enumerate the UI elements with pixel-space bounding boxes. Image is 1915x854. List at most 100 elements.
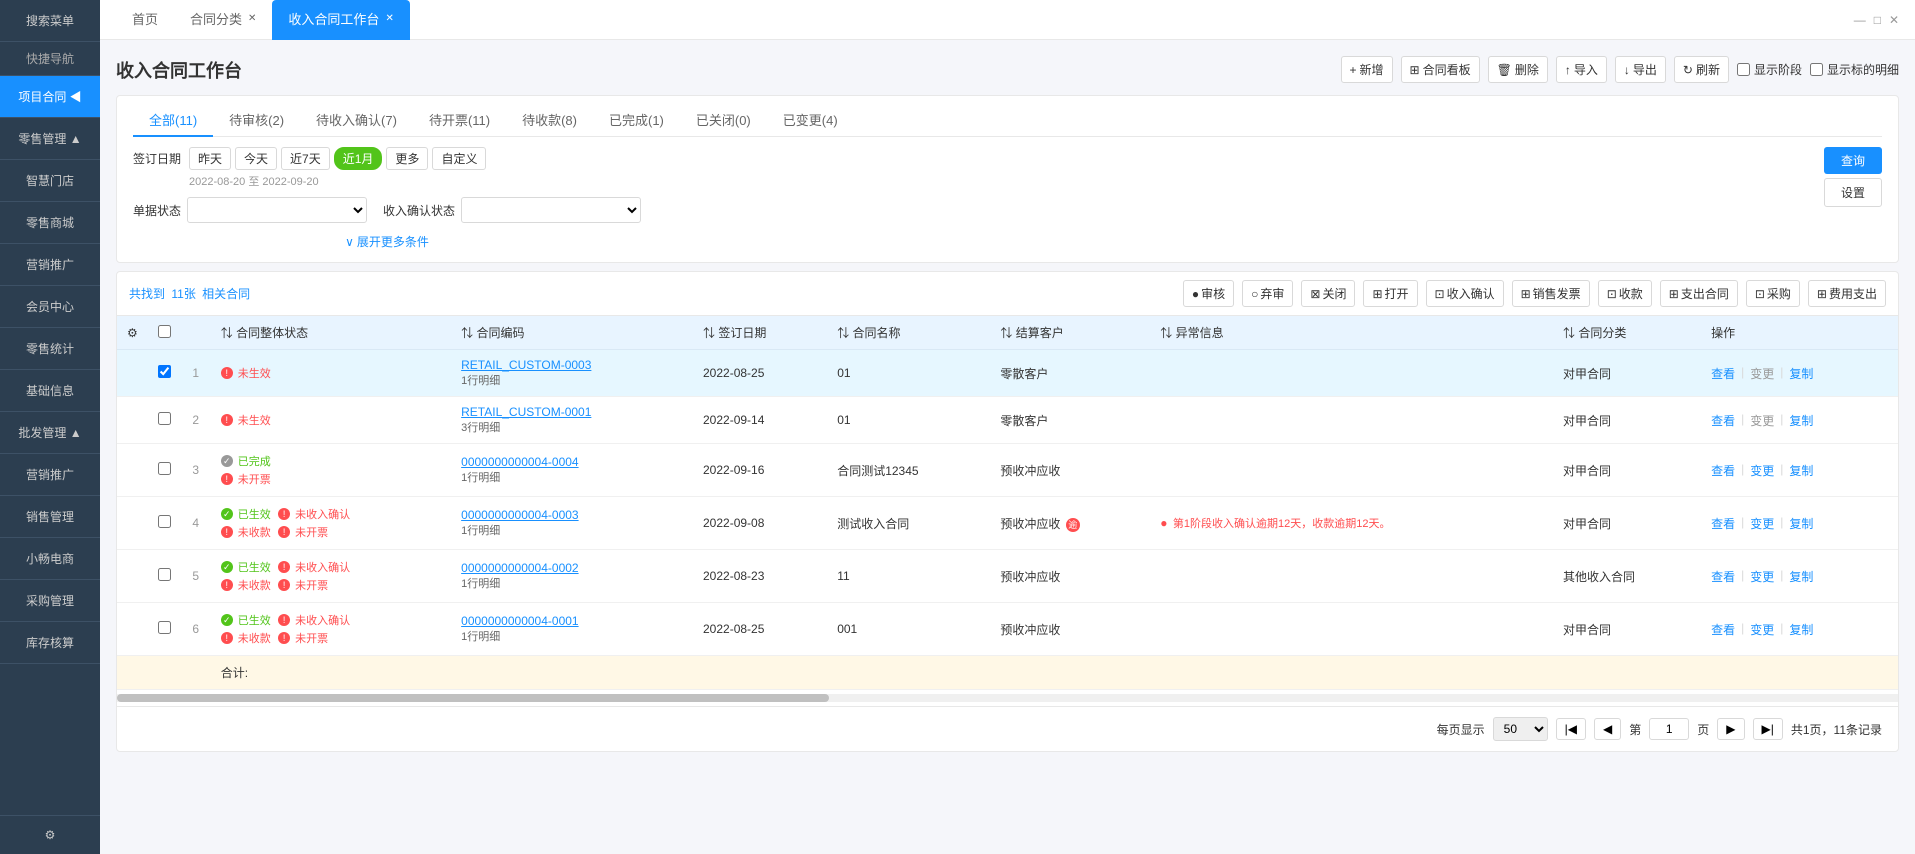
contract-code-link[interactable]: 0000000000004-0001 [461,614,683,628]
show-fields-checkbox[interactable]: 显示阶段 [1737,61,1802,78]
status-filter-select[interactable] [187,197,367,223]
change-link[interactable]: 变更 [1750,462,1774,479]
close-btn[interactable]: ✕ [1889,13,1899,27]
filter-settings-button[interactable]: 设置 [1824,178,1882,207]
tab-changed[interactable]: 已变更(4) [767,104,854,137]
copy-link[interactable]: 复制 [1789,365,1813,382]
view-link[interactable]: 查看 [1711,412,1735,429]
sidebar-item-inventory[interactable]: 库存核算 [0,622,100,664]
sidebar-item-wholesale[interactable]: 批发管理 ▲ [0,412,100,454]
date-btn-today[interactable]: 今天 [235,147,277,170]
contract-code-link[interactable]: 0000000000004-0002 [461,561,683,575]
import-button[interactable]: ↑ 导入 [1556,56,1607,83]
sidebar-item-purchase[interactable]: 采购管理 [0,580,100,622]
view-link[interactable]: 查看 [1711,365,1735,382]
collect-btn[interactable]: ⊡ 收款 [1598,280,1652,307]
tab-completed[interactable]: 已完成(1) [593,104,680,137]
row-checkbox[interactable] [148,397,181,444]
copy-link[interactable]: 复制 [1789,621,1813,638]
show-detail-checkbox[interactable]: 显示标的明细 [1810,61,1899,78]
change-link[interactable]: 变更 [1750,568,1774,585]
sidebar-item-retail-commerce[interactable]: 零售商城 [0,202,100,244]
minimize-btn[interactable]: — [1854,13,1866,27]
tab-all[interactable]: 全部(11) [133,104,213,137]
sidebar-item-sales-mgmt[interactable]: 销售管理 [0,496,100,538]
delete-button[interactable]: 🗑 删除 [1488,56,1548,83]
tab-closed[interactable]: 已关闭(0) [680,104,767,137]
row-checkbox[interactable] [148,603,181,656]
sidebar-item-marketing2[interactable]: 营销推广 [0,454,100,496]
sales-invoice-btn[interactable]: ⊞ 销售发票 [1512,280,1590,307]
sidebar-item-member[interactable]: 会员中心 [0,286,100,328]
tab-pending-income[interactable]: 待收入确认(7) [300,104,413,137]
sidebar-item-retail-mgmt[interactable]: 零售管理 ▲ [0,118,100,160]
scrollbar-thumb[interactable] [117,694,829,702]
export-button[interactable]: ↓ 导出 [1615,56,1666,83]
row-checkbox[interactable] [148,444,181,497]
expense-btn[interactable]: ⊞ 费用支出 [1808,280,1886,307]
sidebar-item-smart-store[interactable]: 智慧门店 [0,160,100,202]
copy-link[interactable]: 复制 [1789,412,1813,429]
open-btn[interactable]: ⊞ 打开 [1363,280,1417,307]
sidebar-item-marketing[interactable]: 营销推广 [0,244,100,286]
row-checkbox[interactable] [148,550,181,603]
contract-code-link[interactable]: RETAIL_CUSTOM-0001 [461,405,683,419]
refresh-button[interactable]: ↻ 刷新 [1674,56,1729,83]
date-btn-yesterday[interactable]: 昨天 [189,147,231,170]
copy-link[interactable]: 复制 [1789,568,1813,585]
contract-code-link[interactable]: RETAIL_CUSTOM-0003 [461,358,683,372]
tab-pending-review[interactable]: 待审核(2) [213,104,300,137]
kanban-button[interactable]: ⊞ 合同看板 [1401,56,1480,83]
copy-link[interactable]: 复制 [1789,462,1813,479]
output-contract-btn[interactable]: ⊞ 支出合同 [1660,280,1738,307]
tab-close-income-workbench[interactable]: ✕ [385,13,393,24]
income-status-filter-select[interactable] [461,197,641,223]
review-btn[interactable]: ● 审核 [1183,280,1234,307]
page-input[interactable] [1649,718,1689,740]
horizontal-scrollbar[interactable] [117,694,1898,702]
sidebar-item-xiaochangec[interactable]: 小畅电商 [0,538,100,580]
change-link[interactable]: 变更 [1750,365,1774,382]
row-checkbox[interactable] [148,350,181,397]
col-checkbox[interactable] [148,316,181,350]
tab-pending-payment[interactable]: 待收款(8) [506,104,593,137]
tab-income-workbench[interactable]: 收入合同工作台 ✕ [272,0,409,40]
sidebar-search[interactable]: 搜索菜单 [0,0,100,42]
page-size-select[interactable]: 50 10 20 100 [1493,717,1548,741]
abandon-btn[interactable]: ○ 弃审 [1242,280,1293,307]
copy-link[interactable]: 复制 [1789,515,1813,532]
view-link[interactable]: 查看 [1711,462,1735,479]
sidebar-settings[interactable]: ⚙ [0,815,100,854]
sidebar-item-project[interactable]: 项目合同 ◀ [0,76,100,118]
first-page-btn[interactable]: |◀ [1556,718,1586,740]
view-link[interactable]: 查看 [1711,621,1735,638]
add-button[interactable]: + 新增 [1341,56,1393,83]
date-btn-last7[interactable]: 近7天 [281,147,330,170]
sidebar-item-basic-info[interactable]: 基础信息 [0,370,100,412]
change-link[interactable]: 变更 [1750,412,1774,429]
purchase-btn[interactable]: ⊡ 采购 [1746,280,1800,307]
sidebar-item-retail-stats[interactable]: 零售统计 [0,328,100,370]
close-btn[interactable]: ⊠ 关闭 [1301,280,1355,307]
contract-code-link[interactable]: 0000000000004-0003 [461,508,683,522]
view-link[interactable]: 查看 [1711,568,1735,585]
change-link[interactable]: 变更 [1750,621,1774,638]
col-settings[interactable]: ⚙ [117,316,148,350]
last-page-btn[interactable]: ▶| [1753,718,1783,740]
date-btn-custom[interactable]: 自定义 [432,147,486,170]
view-link[interactable]: 查看 [1711,515,1735,532]
tab-pending-invoice[interactable]: 待开票(11) [413,104,506,137]
contract-code-link[interactable]: 0000000000004-0004 [461,455,683,469]
maximize-btn[interactable]: □ [1874,13,1881,27]
date-btn-more[interactable]: 更多 [386,147,428,170]
row-checkbox[interactable] [148,497,181,550]
sidebar-quick-nav[interactable]: 快捷导航 [0,42,100,76]
date-btn-last1m[interactable]: 近1月 [334,147,383,170]
change-link[interactable]: 变更 [1750,515,1774,532]
expand-more-btn[interactable]: ∨ 展开更多条件 [337,229,437,254]
tab-home[interactable]: 首页 [116,0,174,40]
query-button[interactable]: 查询 [1824,147,1882,174]
tab-contract-category[interactable]: 合同分类 ✕ [174,0,272,40]
tab-close-contract-category[interactable]: ✕ [248,13,256,24]
next-page-btn[interactable]: ▶ [1717,718,1744,740]
